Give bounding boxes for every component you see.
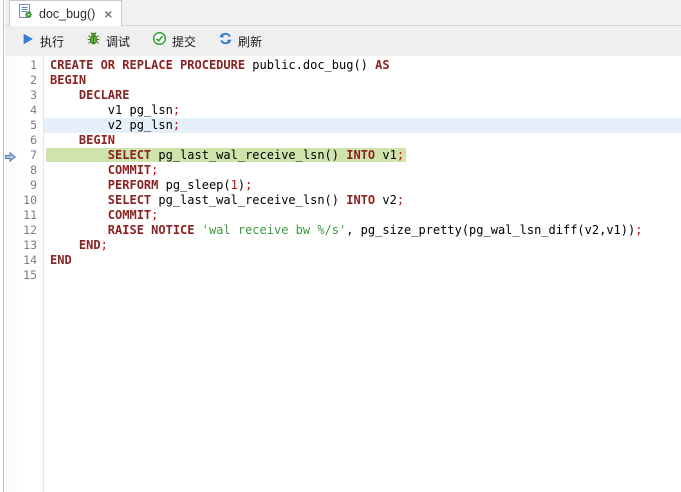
line-number[interactable]: 4 [17,103,37,118]
execute-button-label: 执行 [40,34,65,49]
refresh-button-label: 刷新 [238,34,263,49]
line-number[interactable]: 2 [17,73,37,88]
line-number[interactable]: 3 [17,88,37,103]
line-number[interactable]: 7 [17,148,37,163]
instruction-pointer-icon [5,151,16,165]
editor-view: doc_bug() × 执行 调试 提交 刷新 1 2 3 4 5 6 7 8 … [5,0,681,492]
code-line[interactable]: v2 pg_lsn; [44,118,681,133]
code-line[interactable]: END [44,253,681,268]
code-line[interactable] [44,268,681,283]
commit-button[interactable]: 提交 [149,29,199,53]
line-number[interactable]: 13 [17,238,37,253]
line-number[interactable]: 5 [17,118,37,133]
code-line[interactable]: PERFORM pg_sleep(1); [44,178,681,193]
run-icon [21,32,35,51]
line-number[interactable]: 11 [17,208,37,223]
left-sash [0,0,4,492]
line-number[interactable]: 10 [17,193,37,208]
tab-doc-bug[interactable]: doc_bug() × [9,0,123,26]
line-number[interactable]: 1 [17,58,37,73]
code-line[interactable]: SELECT pg_last_wal_receive_lsn() INTO v2… [44,193,681,208]
debug-button[interactable]: 调试 [83,29,133,53]
debug-bug-icon [86,31,101,51]
annotation-ruler[interactable] [5,56,17,492]
line-number[interactable]: 6 [17,133,37,148]
code-line[interactable]: SELECT pg_last_wal_receive_lsn() INTO v1… [44,148,681,163]
code-line[interactable]: DECLARE [44,88,681,103]
tab-close-icon[interactable]: × [104,7,112,21]
commit-button-label: 提交 [172,34,197,49]
tab-title: doc_bug() [39,6,96,21]
sql-editor-window: doc_bug() × 执行 调试 提交 刷新 1 2 3 4 5 6 7 8 … [0,0,681,492]
code-line[interactable]: v1 pg_lsn; [44,103,681,118]
refresh-icon [218,31,233,51]
debug-button-label: 调试 [106,34,131,49]
tab-bar: doc_bug() × [5,0,681,26]
editor-toolbar: 执行 调试 提交 刷新 [5,26,681,56]
code-line[interactable]: RAISE NOTICE 'wal receive bw %/s', pg_si… [44,223,681,238]
commit-check-icon [152,31,167,51]
code-line[interactable]: COMMIT; [44,163,681,178]
code-line[interactable]: CREATE OR REPLACE PROCEDURE public.doc_b… [44,58,681,73]
line-number[interactable]: 12 [17,223,37,238]
procedure-file-icon [17,3,33,24]
code-editor: 1 2 3 4 5 6 7 8 9 10 11 12 13 14 15 CREATE OR REPLACE … [5,56,681,492]
code-line[interactable]: BEGIN [44,133,681,148]
code-area[interactable]: CREATE OR REPLACE PROCEDURE public.doc_b… [44,56,681,492]
line-number[interactable]: 9 [17,178,37,193]
line-number-gutter[interactable]: 1 2 3 4 5 6 7 8 9 10 11 12 13 14 15 [17,56,44,492]
code-line[interactable]: BEGIN [44,73,681,88]
code-line[interactable]: COMMIT; [44,208,681,223]
execute-button[interactable]: 执行 [18,30,67,53]
refresh-button[interactable]: 刷新 [215,29,265,53]
debug-executing-statement: SELECT pg_last_wal_receive_lsn() INTO v1… [46,148,407,162]
code-line[interactable]: END; [44,238,681,253]
line-number[interactable]: 8 [17,163,37,178]
line-number[interactable]: 14 [17,253,37,268]
line-number[interactable]: 15 [17,268,37,283]
